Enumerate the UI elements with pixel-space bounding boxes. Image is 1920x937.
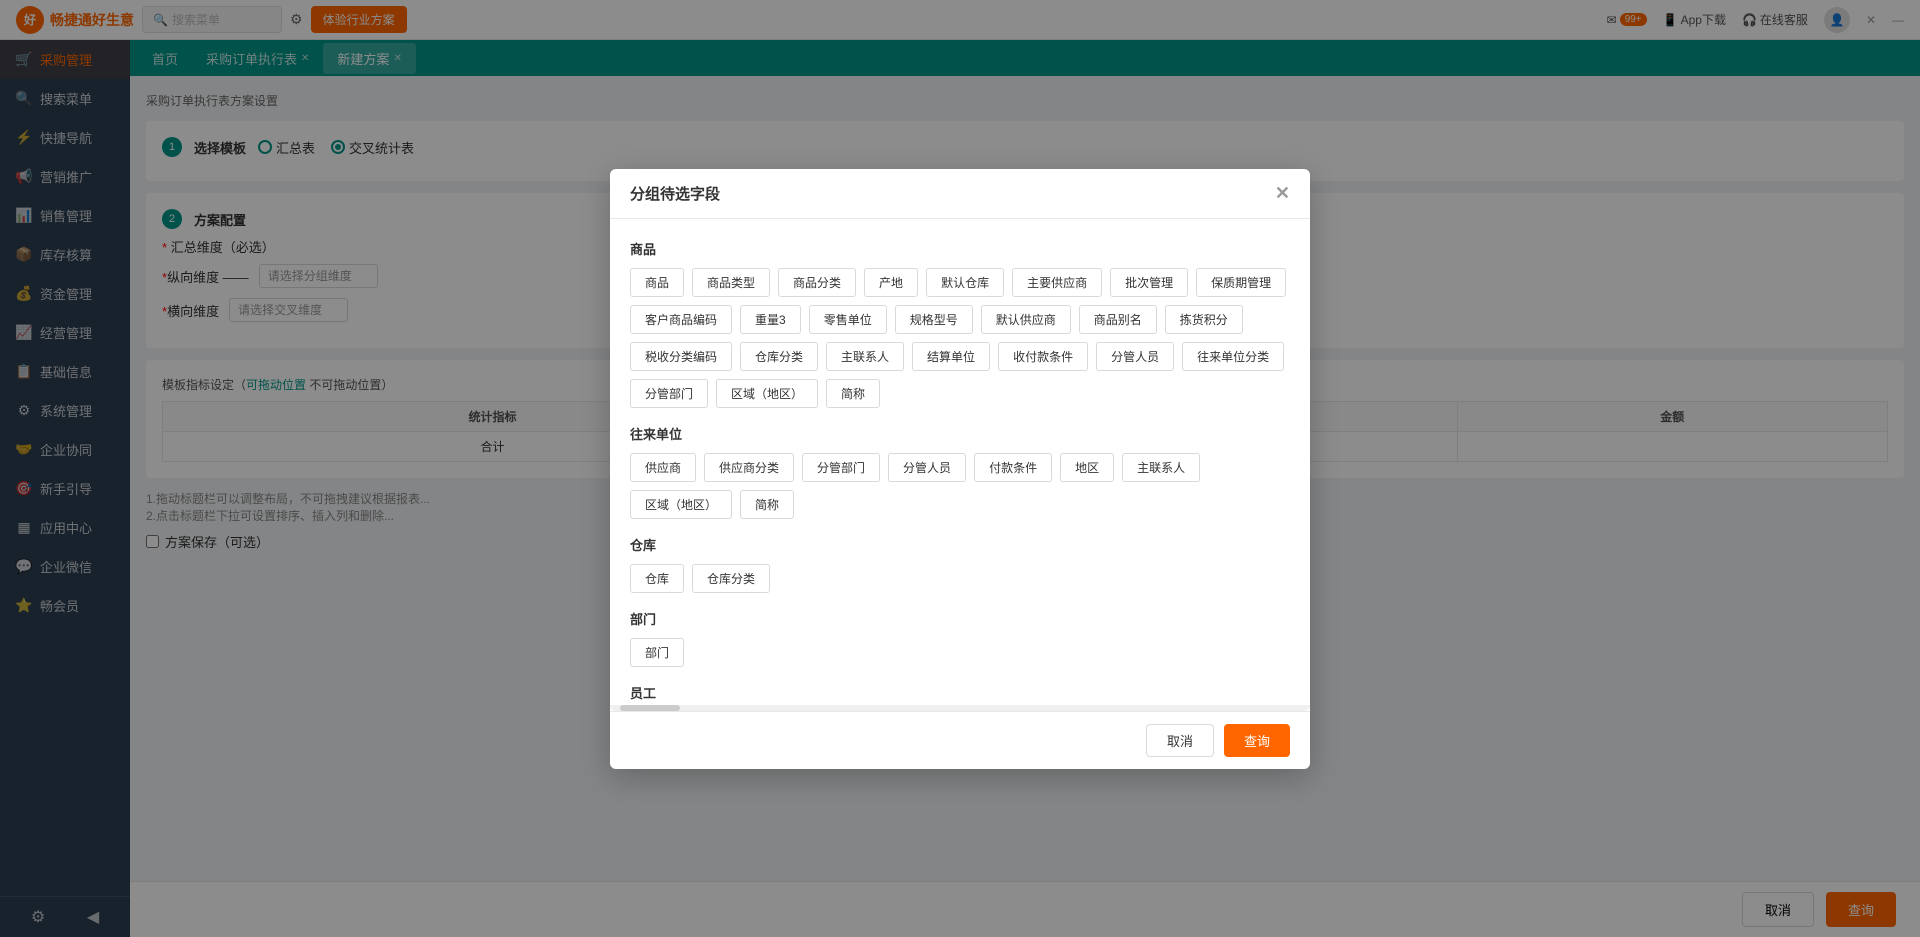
field-tag[interactable]: 地区 xyxy=(1060,453,1114,482)
field-tag[interactable]: 批次管理 xyxy=(1110,268,1188,297)
modal-header: 分组待选字段 ✕ xyxy=(610,169,1310,219)
modal-cancel-button[interactable]: 取消 xyxy=(1146,724,1214,757)
field-tag[interactable]: 商品分类 xyxy=(778,268,856,297)
modal-close-button[interactable]: ✕ xyxy=(1275,183,1290,204)
warehouse-field-grid: 仓库 仓库分类 xyxy=(630,564,1290,593)
field-tag[interactable]: 客户商品编码 xyxy=(630,305,732,334)
field-tag[interactable]: 简称 xyxy=(740,490,794,519)
field-tag[interactable]: 税收分类编码 xyxy=(630,342,732,371)
modal-footer: 取消 查询 xyxy=(610,711,1310,769)
modal-title: 分组待选字段 xyxy=(630,183,720,204)
section-title-dept: 部门 xyxy=(630,609,1290,628)
dept-field-grid: 部门 xyxy=(630,638,1290,667)
field-tag[interactable]: 重量3 xyxy=(740,305,801,334)
field-tag[interactable]: 付款条件 xyxy=(974,453,1052,482)
field-tag[interactable]: 往来单位分类 xyxy=(1182,342,1284,371)
field-tag[interactable]: 产地 xyxy=(864,268,918,297)
field-tag[interactable]: 拣货积分 xyxy=(1165,305,1243,334)
modal-scrollbar-thumb xyxy=(620,705,680,711)
field-tag[interactable]: 简称 xyxy=(826,379,880,408)
goods-field-grid: 商品 商品类型 商品分类 产地 默认仓库 主要供应商 批次管理 保质期管理 客户… xyxy=(630,268,1290,408)
field-tag[interactable]: 区域（地区） xyxy=(630,490,732,519)
field-tag[interactable]: 供应商 xyxy=(630,453,696,482)
section-title-warehouse: 仓库 xyxy=(630,535,1290,554)
field-tag[interactable]: 仓库分类 xyxy=(692,564,770,593)
partner-field-grid: 供应商 供应商分类 分管部门 分管人员 付款条件 地区 主联系人 区域（地区） … xyxy=(630,453,1290,519)
field-tag[interactable]: 区域（地区） xyxy=(716,379,818,408)
field-tag[interactable]: 零售单位 xyxy=(809,305,887,334)
section-title-partner: 往来单位 xyxy=(630,424,1290,443)
field-tag[interactable]: 默认供应商 xyxy=(981,305,1071,334)
section-title-goods: 商品 xyxy=(630,239,1290,258)
field-tag[interactable]: 分管人员 xyxy=(1096,342,1174,371)
field-tag[interactable]: 结算单位 xyxy=(912,342,990,371)
field-tag[interactable]: 仓库分类 xyxy=(740,342,818,371)
field-tag[interactable]: 保质期管理 xyxy=(1196,268,1286,297)
field-tag[interactable]: 部门 xyxy=(630,638,684,667)
section-title-staff: 员工 xyxy=(630,683,1290,702)
field-tag[interactable]: 主联系人 xyxy=(826,342,904,371)
field-tag[interactable]: 分管部门 xyxy=(630,379,708,408)
field-tag[interactable]: 收付款条件 xyxy=(998,342,1088,371)
field-tag[interactable]: 商品类型 xyxy=(692,268,770,297)
field-tag[interactable]: 分管部门 xyxy=(802,453,880,482)
field-select-modal: 分组待选字段 ✕ 商品 商品 商品类型 商品分类 产地 默认仓库 主要供应商 批… xyxy=(610,169,1310,769)
field-tag[interactable]: 商品别名 xyxy=(1079,305,1157,334)
field-tag[interactable]: 主要供应商 xyxy=(1012,268,1102,297)
modal-body: 商品 商品 商品类型 商品分类 产地 默认仓库 主要供应商 批次管理 保质期管理… xyxy=(610,219,1310,705)
field-tag[interactable]: 商品 xyxy=(630,268,684,297)
modal-scrollbar-x[interactable] xyxy=(610,705,1310,711)
modal-confirm-button[interactable]: 查询 xyxy=(1224,724,1290,757)
field-tag[interactable]: 主联系人 xyxy=(1122,453,1200,482)
field-tag[interactable]: 供应商分类 xyxy=(704,453,794,482)
field-tag[interactable]: 分管人员 xyxy=(888,453,966,482)
modal-overlay: 分组待选字段 ✕ 商品 商品 商品类型 商品分类 产地 默认仓库 主要供应商 批… xyxy=(0,0,1920,937)
field-tag[interactable]: 规格型号 xyxy=(895,305,973,334)
field-tag[interactable]: 仓库 xyxy=(630,564,684,593)
field-tag[interactable]: 默认仓库 xyxy=(926,268,1004,297)
